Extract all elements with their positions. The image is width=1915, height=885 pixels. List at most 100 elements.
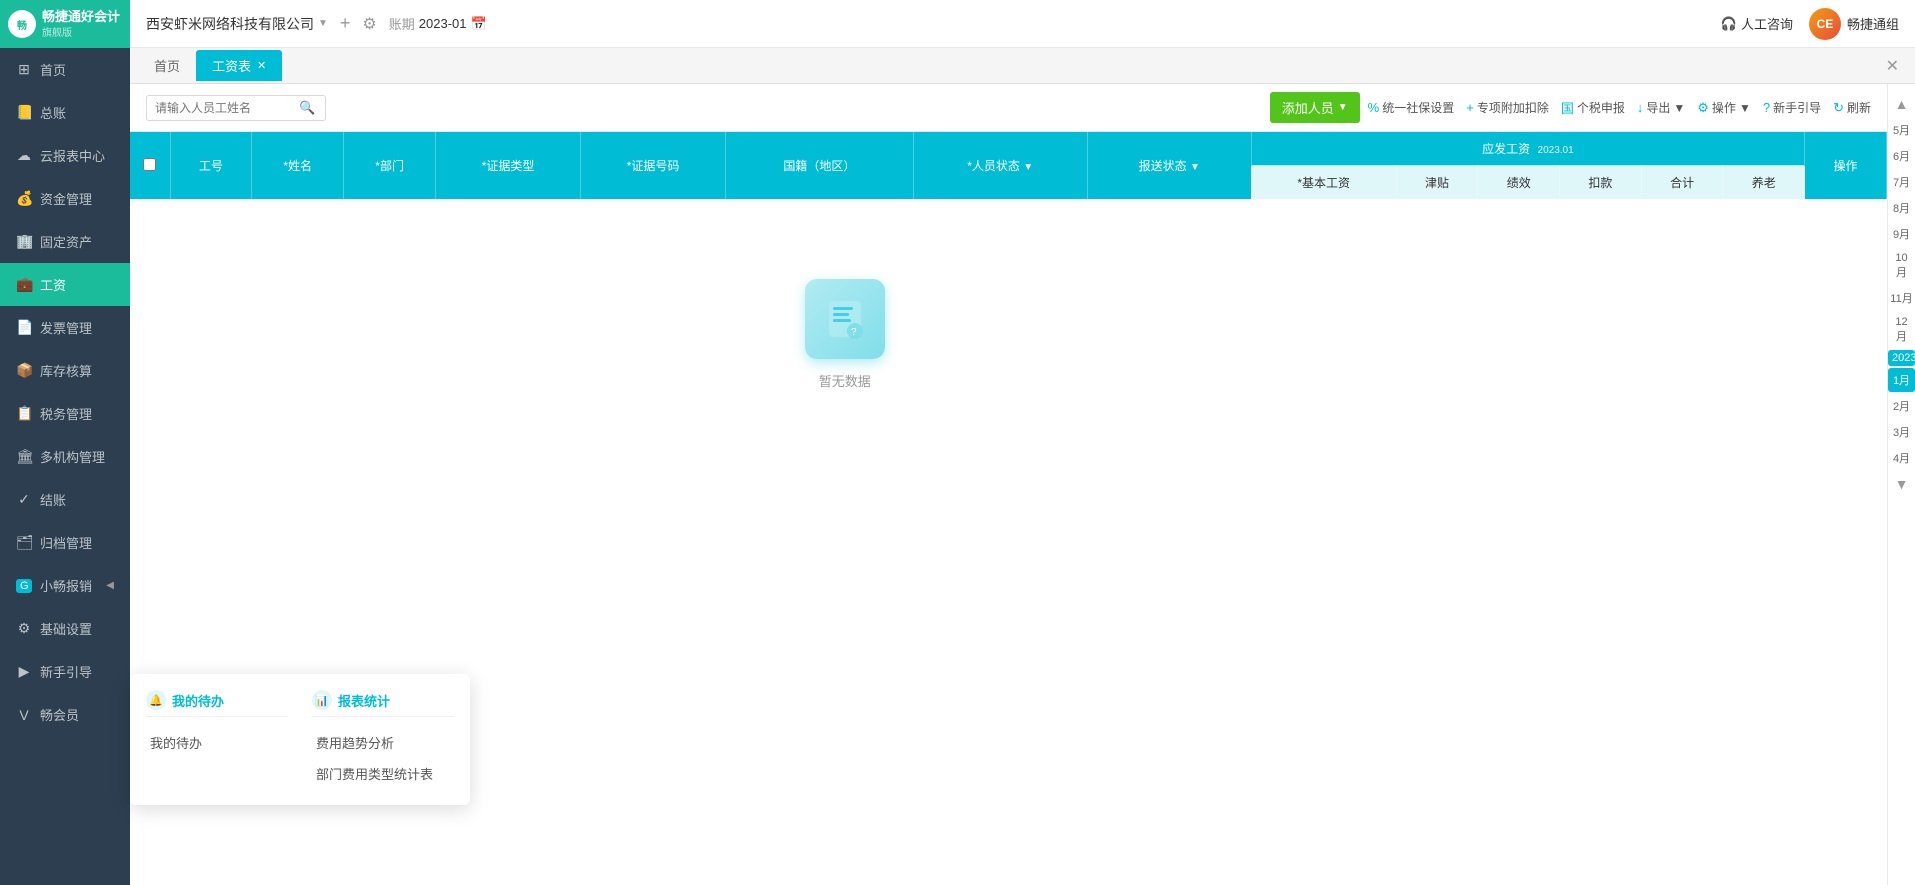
special-deduction-action[interactable]: + 专项附加扣除 [1466,99,1549,116]
sidebar-item-basic-settings[interactable]: ⚙ 基础设置 [0,607,130,650]
period-selector[interactable]: 账期 2023-01 📅 [389,14,487,33]
service-label: 人工咨询 [1741,14,1793,33]
todo-icon: 🔔 [146,690,166,710]
col-emp-no: 工号 [170,132,252,199]
side-month-10[interactable]: 10月 [1888,248,1915,284]
col-checkbox[interactable] [130,132,170,199]
user-menu[interactable]: CE 畅捷通组 [1809,8,1899,40]
sidebar-item-vip[interactable]: V 畅会员 [0,693,130,736]
side-month-2[interactable]: 2月 [1888,394,1915,418]
sidebar-item-fund[interactable]: 💰 资金管理 [0,177,130,220]
social-security-action[interactable]: % 统一社保设置 [1368,99,1455,116]
sidebar-label-xiaochang: 小畅报销 [40,576,92,595]
tab-home[interactable]: 首页 [138,50,196,81]
side-nav-down[interactable]: ▼ [1891,472,1913,496]
col-status: *人员状态 ▼ [913,132,1087,199]
sidebar-item-home[interactable]: ⊞ 首页 [0,48,130,91]
popup-item-cost-trend[interactable]: 费用趋势分析 [312,727,454,758]
sidebar-item-tax[interactable]: 📋 税务管理 [0,392,130,435]
col-id-type: *证据类型 [436,132,581,199]
sub-col-deduct: 扣款 [1560,166,1642,200]
search-icon: 🔍 [299,100,315,116]
personal-tax-action[interactable]: 国 个税申报 [1561,98,1625,117]
tab-salary[interactable]: 工资表 ✕ [196,50,282,81]
side-month-4[interactable]: 4月 [1888,446,1915,470]
social-icon: % [1368,100,1380,115]
service-button[interactable]: 🎧 人工咨询 [1721,14,1793,33]
tab-close-icon[interactable]: ✕ [257,59,266,72]
empty-text: 暂无数据 [819,371,871,390]
operations-dropdown-icon: ▼ [1739,101,1751,115]
sidebar-item-settlement[interactable]: ✓ 结账 [0,478,130,521]
sidebar-item-general-ledger[interactable]: 📒 总账 [0,91,130,134]
sidebar-label-inventory: 库存核算 [40,361,92,380]
popup-item-dept-cost[interactable]: 部门费用类型统计表 [312,758,454,789]
deduction-icon: + [1466,100,1474,115]
sidebar-item-multi-org[interactable]: 🏛 多机构管理 [0,435,130,478]
sidebar-label-org: 多机构管理 [40,447,105,466]
sidebar-label-home: 首页 [40,60,66,79]
close-tab-button[interactable]: ✕ [1878,56,1907,76]
sidebar-item-fixed-assets[interactable]: 🏢 固定资产 [0,220,130,263]
sub-col-base-salary: *基本工资 [1251,166,1396,200]
popup-todo-header: 🔔 我的待办 [146,690,288,717]
sidebar-item-archive[interactable]: 🗂 归档管理 [0,521,130,564]
collapse-arrow: ◀ [106,580,114,591]
popup-col-todo: 🔔 我的待办 我的待办 [146,690,288,789]
refresh-icon: ↻ [1833,100,1844,116]
sidebar-item-invoice[interactable]: 📄 发票管理 [0,306,130,349]
export-action[interactable]: ↓ 导出 ▼ [1637,99,1685,116]
add-icon[interactable]: + [340,13,351,34]
sidebar-label-settlement: 结账 [40,490,66,509]
app-logo: 畅 畅捷通好会计 旗舰版 [0,0,130,48]
sidebar-label-tax: 税务管理 [40,404,92,423]
salary-icon: 💼 [16,276,32,293]
search-box[interactable]: 🔍 [146,95,326,121]
side-month-5[interactable]: 5月 [1888,118,1915,142]
col-operations: 操作 [1805,132,1887,199]
side-nav-up[interactable]: ▲ [1891,92,1913,116]
empty-state: ? 暂无数据 [130,199,1560,470]
dropdown-popup: 🔔 我的待办 我的待办 📊 报表统计 费用趋势分析 部门费用类型统计表 [130,674,470,805]
period-value: 2023-01 [419,16,467,31]
sidebar-label-salary: 工资 [40,275,66,294]
side-month-11[interactable]: 11月 [1888,286,1915,310]
select-all-checkbox[interactable] [143,158,156,171]
sub-col-pension: 养老 [1723,166,1805,200]
side-month-6[interactable]: 6月 [1888,144,1915,168]
side-month-3[interactable]: 3月 [1888,420,1915,444]
side-month-1[interactable]: 1月 [1888,368,1915,392]
side-month-7[interactable]: 7月 [1888,170,1915,194]
add-person-button[interactable]: 添加人员 ▼ [1270,92,1360,123]
report-filter-icon[interactable]: ▼ [1190,162,1200,173]
status-filter-icon[interactable]: ▼ [1023,162,1033,173]
sub-col-performance: 绩效 [1478,166,1560,200]
app-sub: 旗舰版 [42,24,120,39]
side-month-9[interactable]: 9月 [1888,222,1915,246]
guide-toolbar-icon: ? [1763,100,1770,115]
sidebar-label-fund: 资金管理 [40,189,92,208]
fund-icon: 💰 [16,190,32,207]
popup-item-todo[interactable]: 我的待办 [146,727,288,758]
calendar-icon: 📅 [471,16,487,32]
col-report-status: 报送状态 ▼ [1087,132,1251,199]
sidebar-item-new-guide[interactable]: ▶ 新手引导 [0,650,130,693]
sidebar-item-cloud-report[interactable]: ☁ 云报表中心 [0,134,130,177]
side-month-8[interactable]: 8月 [1888,196,1915,220]
sidebar-item-salary[interactable]: 💼 工资 [0,263,130,306]
sidebar-item-xiaochang[interactable]: G 小畅报销 ◀ [0,564,130,607]
export-icon: ↓ [1637,100,1644,115]
app-title: 畅捷通好会计 [42,9,120,25]
refresh-action[interactable]: ↻ 刷新 [1833,99,1871,116]
empty-icon: ? [805,279,885,359]
side-month-12[interactable]: 12月 [1888,312,1915,348]
invoice-icon: 📄 [16,319,32,336]
search-input[interactable] [155,101,295,115]
operations-action[interactable]: ⚙ 操作 ▼ [1697,99,1751,116]
sidebar-label-archive: 归档管理 [40,533,92,552]
settings-gear-icon[interactable]: ⚙ [362,14,376,34]
sidebar-item-inventory[interactable]: 📦 库存核算 [0,349,130,392]
new-guide-action[interactable]: ? 新手引导 [1763,99,1821,116]
username: 畅捷通组 [1847,14,1899,33]
company-selector[interactable]: 西安虾米网络科技有限公司 ▼ [146,14,328,34]
